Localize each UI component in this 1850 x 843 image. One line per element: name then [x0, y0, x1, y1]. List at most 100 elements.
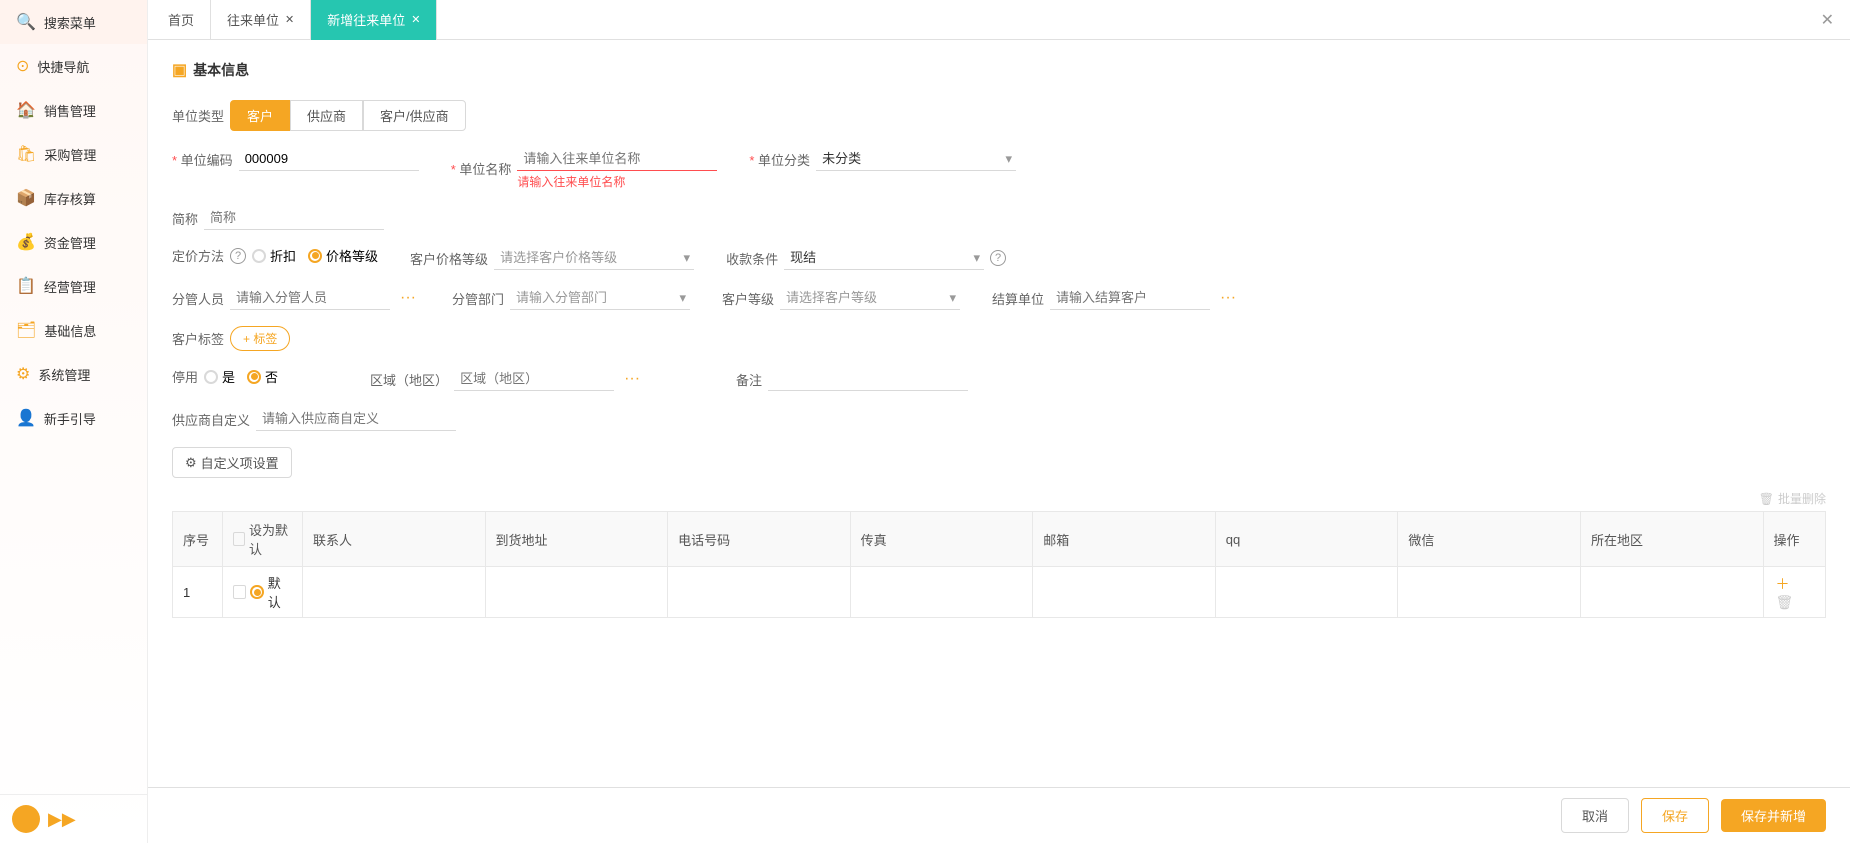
type-btn-both[interactable]: 客户/供应商 [363, 100, 466, 131]
contact-input[interactable] [313, 585, 475, 600]
row-default-radio-circle [250, 585, 263, 599]
qq-input[interactable] [1226, 585, 1388, 600]
radio-price-level[interactable]: 价格等级 [308, 246, 378, 265]
tab-new-counterpart-close[interactable]: ✕ [411, 13, 420, 26]
sidebar-item-inventory[interactable]: 📦 库存核算 [0, 176, 147, 220]
cell-phone[interactable] [668, 567, 851, 618]
search-icon: 🔍 [16, 12, 36, 32]
supplier-custom-row: 供应商自定义 [172, 407, 1826, 431]
row-add-icon[interactable]: ＋ [1774, 576, 1792, 592]
tab-new-counterpart[interactable]: 新增往来单位 ✕ [311, 0, 437, 40]
sidebar-item-purchase[interactable]: 🛍 采购管理 [0, 132, 147, 176]
sidebar-expand-icon[interactable]: ▶▶ [48, 809, 76, 830]
cell-region[interactable] [1580, 567, 1763, 618]
customer-level-label: 客户等级 [722, 289, 774, 308]
payment-terms-select[interactable]: 现结 [784, 246, 984, 270]
unit-type-label: 单位类型 [172, 106, 224, 125]
disabled-label: 停用 [172, 367, 198, 386]
department-field: 分管部门 请输入分管部门 [452, 286, 690, 310]
code-name-category-row: 单位编码 单位名称 请输入往来单位名称 单位分类 未分类 [172, 147, 1826, 190]
manager-dots[interactable]: ··· [396, 289, 420, 307]
radio-yes[interactable]: 是 [204, 367, 235, 386]
manager-row: 分管人员 ··· 分管部门 请输入分管部门 客户等级 请选择客户等级 [172, 286, 1826, 310]
cell-contact[interactable] [303, 567, 486, 618]
unit-type-buttons: 客户 供应商 客户/供应商 [230, 100, 466, 131]
short-name-input[interactable] [204, 206, 384, 230]
row-delete-icon[interactable]: 🗑 [1774, 594, 1796, 610]
unit-category-select[interactable]: 未分类 [816, 147, 1016, 171]
custom-settings-button[interactable]: ⚙ 自定义项设置 [172, 447, 292, 478]
radio-discount-circle [252, 249, 266, 263]
cell-seq: 1 [173, 567, 223, 618]
unit-type-field: 单位类型 客户 供应商 客户/供应商 [172, 100, 466, 131]
unit-name-input[interactable] [517, 147, 717, 171]
sidebar-item-quick-nav[interactable]: ⊙ 快捷导航 [0, 44, 147, 88]
select-all-checkbox[interactable] [233, 532, 245, 546]
cancel-button[interactable]: 取消 [1561, 798, 1629, 833]
radio-no-circle [247, 370, 261, 384]
cell-address[interactable] [485, 567, 668, 618]
main-content: 首页 往来单位 ✕ 新增往来单位 ✕ ✕ ▣ 基本信息 单位类型 客户 供应商 … [148, 0, 1850, 843]
region-input[interactable] [454, 367, 614, 391]
row-checkbox[interactable] [233, 585, 246, 599]
cell-fax[interactable] [850, 567, 1033, 618]
remarks-input[interactable] [768, 367, 968, 391]
pricing-help-icon[interactable]: ? [230, 248, 246, 264]
customer-level-wrapper: 请选择客户等级 [780, 286, 960, 310]
short-name-row: 简称 [172, 206, 1826, 230]
email-input[interactable] [1043, 585, 1205, 600]
customer-price-level-select[interactable]: 请选择客户价格等级 [494, 246, 694, 270]
department-select[interactable]: 请输入分管部门 [510, 286, 690, 310]
region-label: 区域（地区） [370, 370, 448, 389]
disabled-region-row: 停用 是 否 区域（地区） ··· 备注 [172, 367, 1826, 391]
tab-counterpart[interactable]: 往来单位 ✕ [211, 0, 311, 40]
tab-counterpart-close[interactable]: ✕ [285, 13, 294, 26]
payment-terms-help[interactable]: ? [990, 250, 1006, 266]
customer-level-select[interactable]: 请选择客户等级 [780, 286, 960, 310]
phone-input[interactable] [678, 585, 840, 600]
batch-delete-label[interactable]: 批量删除 [1778, 490, 1826, 507]
radio-discount[interactable]: 折扣 [252, 246, 296, 265]
fax-input[interactable] [861, 585, 1023, 600]
type-btn-supplier[interactable]: 供应商 [290, 100, 363, 131]
row-default-radio[interactable]: 默认 [250, 573, 292, 611]
wechat-input[interactable] [1408, 585, 1570, 600]
unit-code-input[interactable] [239, 147, 419, 171]
radio-price-level-circle [308, 249, 322, 263]
save-button[interactable]: 保存 [1641, 798, 1709, 833]
type-btn-customer[interactable]: 客户 [230, 100, 290, 131]
add-tag-button[interactable]: + 标签 [230, 326, 290, 351]
settlement-unit-field: 结算单位 ··· [992, 286, 1240, 310]
sidebar-item-search[interactable]: 🔍 搜索菜单 [0, 0, 147, 44]
cell-email[interactable] [1033, 567, 1216, 618]
cell-wechat[interactable] [1398, 567, 1581, 618]
sidebar-item-system[interactable]: ⚙ 系统管理 [0, 352, 147, 396]
tab-home[interactable]: 首页 [152, 0, 211, 40]
col-fax: 传真 [850, 512, 1033, 567]
settlement-dots[interactable]: ··· [1216, 289, 1240, 307]
settlement-unit-input[interactable] [1050, 286, 1210, 310]
manager-input[interactable] [230, 286, 390, 310]
address-input[interactable] [496, 585, 658, 600]
remarks-label: 备注 [736, 370, 762, 389]
sidebar-item-sales[interactable]: 🏠 销售管理 [0, 88, 147, 132]
section-title: ▣ 基本信息 [172, 60, 1826, 80]
unit-code-field: 单位编码 [172, 147, 419, 171]
sidebar-item-basic-info[interactable]: 🗂 基础信息 [0, 308, 147, 352]
region-dots[interactable]: ··· [620, 370, 644, 388]
tabbar-close-all[interactable]: ✕ [1809, 10, 1846, 30]
sidebar-item-operations[interactable]: 📋 经营管理 [0, 264, 147, 308]
batch-delete-area: 🗑 批量删除 [172, 490, 1826, 507]
unit-category-field: 单位分类 未分类 [749, 147, 1016, 171]
manager-label: 分管人员 [172, 289, 224, 308]
unit-category-label: 单位分类 [749, 150, 810, 169]
supplier-custom-input[interactable] [256, 407, 456, 431]
radio-no[interactable]: 否 [247, 367, 278, 386]
sidebar-item-newbie[interactable]: 👤 新手引导 [0, 396, 147, 440]
payment-terms-field: 收款条件 现结 ? [726, 246, 1006, 270]
sidebar-item-finance[interactable]: 💰 资金管理 [0, 220, 147, 264]
cell-qq[interactable] [1215, 567, 1398, 618]
row-region-input[interactable] [1591, 585, 1753, 600]
settlement-unit-label: 结算单位 [992, 289, 1044, 308]
save-new-button[interactable]: 保存并新增 [1721, 799, 1826, 832]
